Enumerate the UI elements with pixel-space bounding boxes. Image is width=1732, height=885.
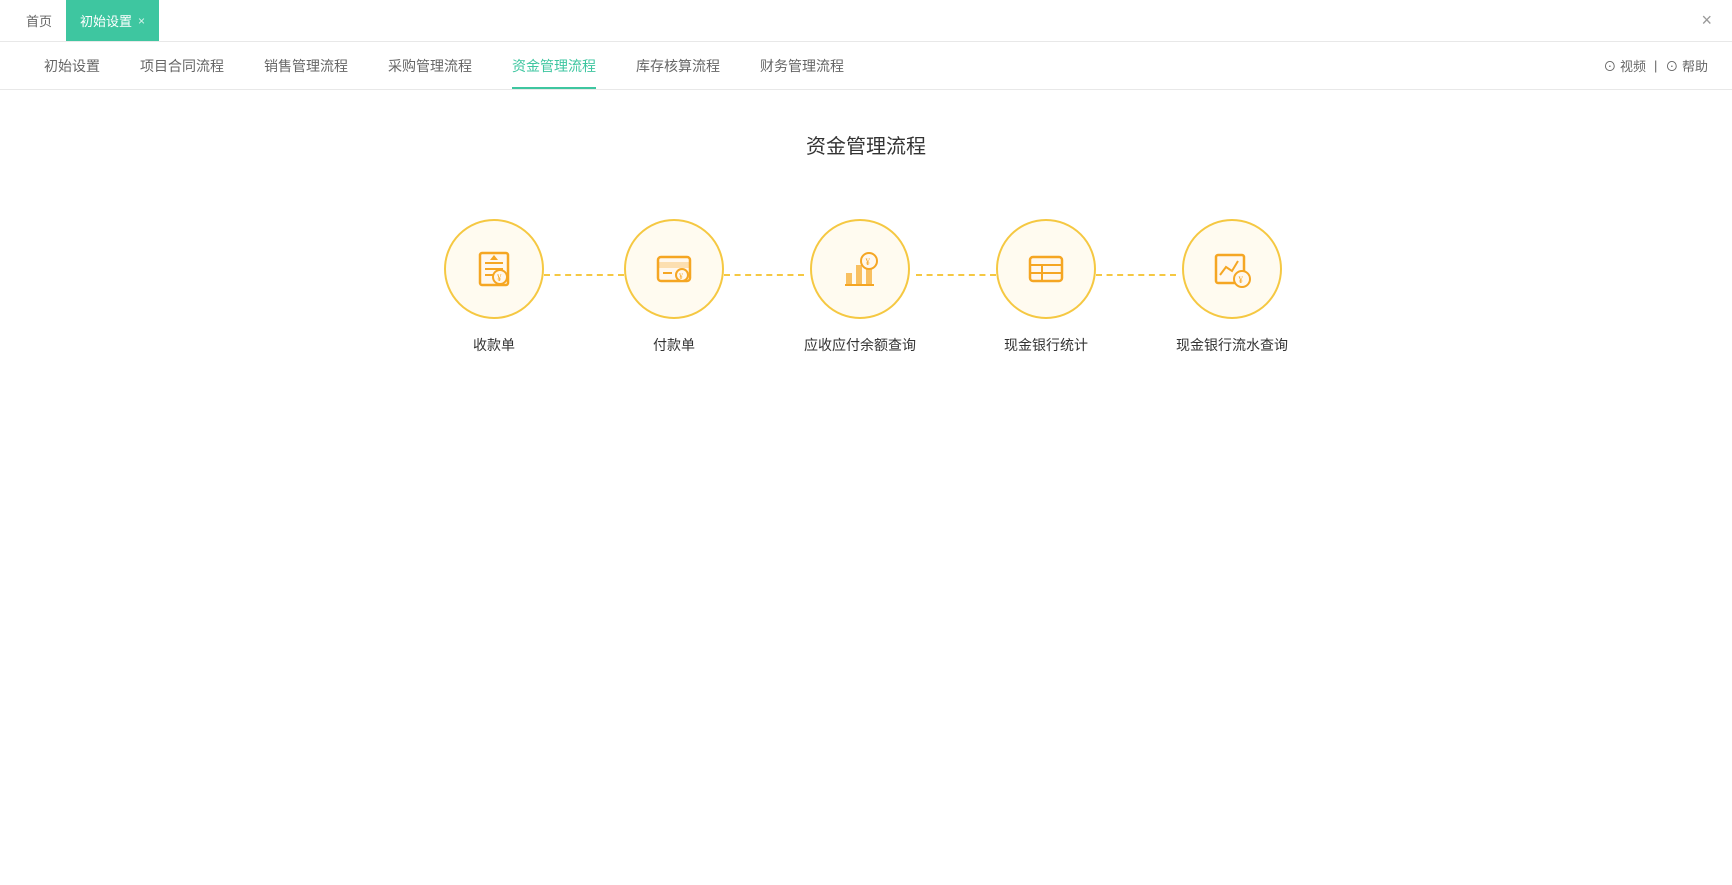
home-tab[interactable]: 首页	[12, 0, 66, 41]
nav-item-inventory[interactable]: 库存核算流程	[616, 42, 740, 89]
payment-icon-circle: ¥	[624, 219, 724, 319]
window-close-button[interactable]: ×	[1693, 10, 1720, 31]
nav-item-fund-mgmt[interactable]: 资金管理流程	[492, 42, 616, 89]
top-right-actions: ×	[1693, 10, 1720, 31]
connector-1	[544, 274, 624, 300]
active-tab[interactable]: 初始设置 ×	[66, 0, 159, 41]
active-tab-label: 初始设置	[80, 11, 132, 30]
nav-right-actions: ⊙ 视频 | ⊙ 帮助	[1603, 56, 1708, 75]
nav-item-finance-mgmt[interactable]: 财务管理流程	[740, 42, 864, 89]
nav-item-purchase-mgmt[interactable]: 采购管理流程	[368, 42, 492, 89]
dots-3	[916, 274, 996, 276]
cash-flow-icon: ¥	[1208, 245, 1256, 293]
cash-bank-icon	[1022, 245, 1070, 293]
cash-flow-label: 现金银行流水查询	[1176, 335, 1288, 355]
nav-separator: |	[1654, 58, 1657, 73]
receipt-label: 收款单	[473, 335, 515, 355]
svg-text:¥: ¥	[497, 273, 502, 283]
balance-label: 应收应付余额查询	[804, 335, 916, 355]
cash-bank-icon-circle	[996, 219, 1096, 319]
dots-2	[724, 274, 804, 276]
page-title: 资金管理流程	[20, 130, 1712, 159]
main-content: 资金管理流程 ¥ 收款单	[0, 90, 1732, 885]
balance-icon-circle: ¥	[810, 219, 910, 319]
home-label: 首页	[26, 11, 52, 30]
help-link[interactable]: ⊙ 帮助	[1665, 56, 1708, 75]
flow-item-payment[interactable]: ¥ 付款单	[624, 219, 724, 355]
connector-3	[916, 274, 996, 300]
flow-item-balance-query[interactable]: ¥ 应收应付余额查询	[804, 219, 916, 355]
top-bar: 首页 初始设置 × ×	[0, 0, 1732, 42]
nav-item-init-setup[interactable]: 初始设置	[24, 42, 120, 89]
flow-item-receipt[interactable]: ¥ 收款单	[444, 219, 544, 355]
nav-item-project-contract[interactable]: 项目合同流程	[120, 42, 244, 89]
tab-close-icon[interactable]: ×	[138, 14, 145, 28]
dots-4	[1096, 274, 1176, 276]
nav-item-sales-mgmt[interactable]: 销售管理流程	[244, 42, 368, 89]
flow-item-cash-bank-flow[interactable]: ¥ 现金银行流水查询	[1176, 219, 1288, 355]
svg-text:¥: ¥	[1239, 275, 1244, 285]
dots-1	[544, 274, 624, 276]
svg-text:¥: ¥	[866, 257, 871, 267]
payment-icon: ¥	[650, 245, 698, 293]
receipt-icon-circle: ¥	[444, 219, 544, 319]
cash-flow-icon-circle: ¥	[1182, 219, 1282, 319]
connector-2	[724, 274, 804, 300]
nav-bar: 初始设置 项目合同流程 销售管理流程 采购管理流程 资金管理流程 库存核算流程 …	[0, 42, 1732, 90]
flow-container: ¥ 收款单 ¥ 付款单	[20, 219, 1712, 355]
flow-item-cash-bank-stats[interactable]: 现金银行统计	[996, 219, 1096, 355]
receipt-icon: ¥	[470, 245, 518, 293]
payment-label: 付款单	[653, 335, 695, 355]
video-link[interactable]: ⊙ 视频	[1603, 56, 1646, 75]
cash-bank-stats-label: 现金银行统计	[1004, 335, 1088, 355]
svg-text:¥: ¥	[679, 272, 683, 281]
connector-4	[1096, 274, 1176, 300]
balance-icon: ¥	[836, 245, 884, 293]
